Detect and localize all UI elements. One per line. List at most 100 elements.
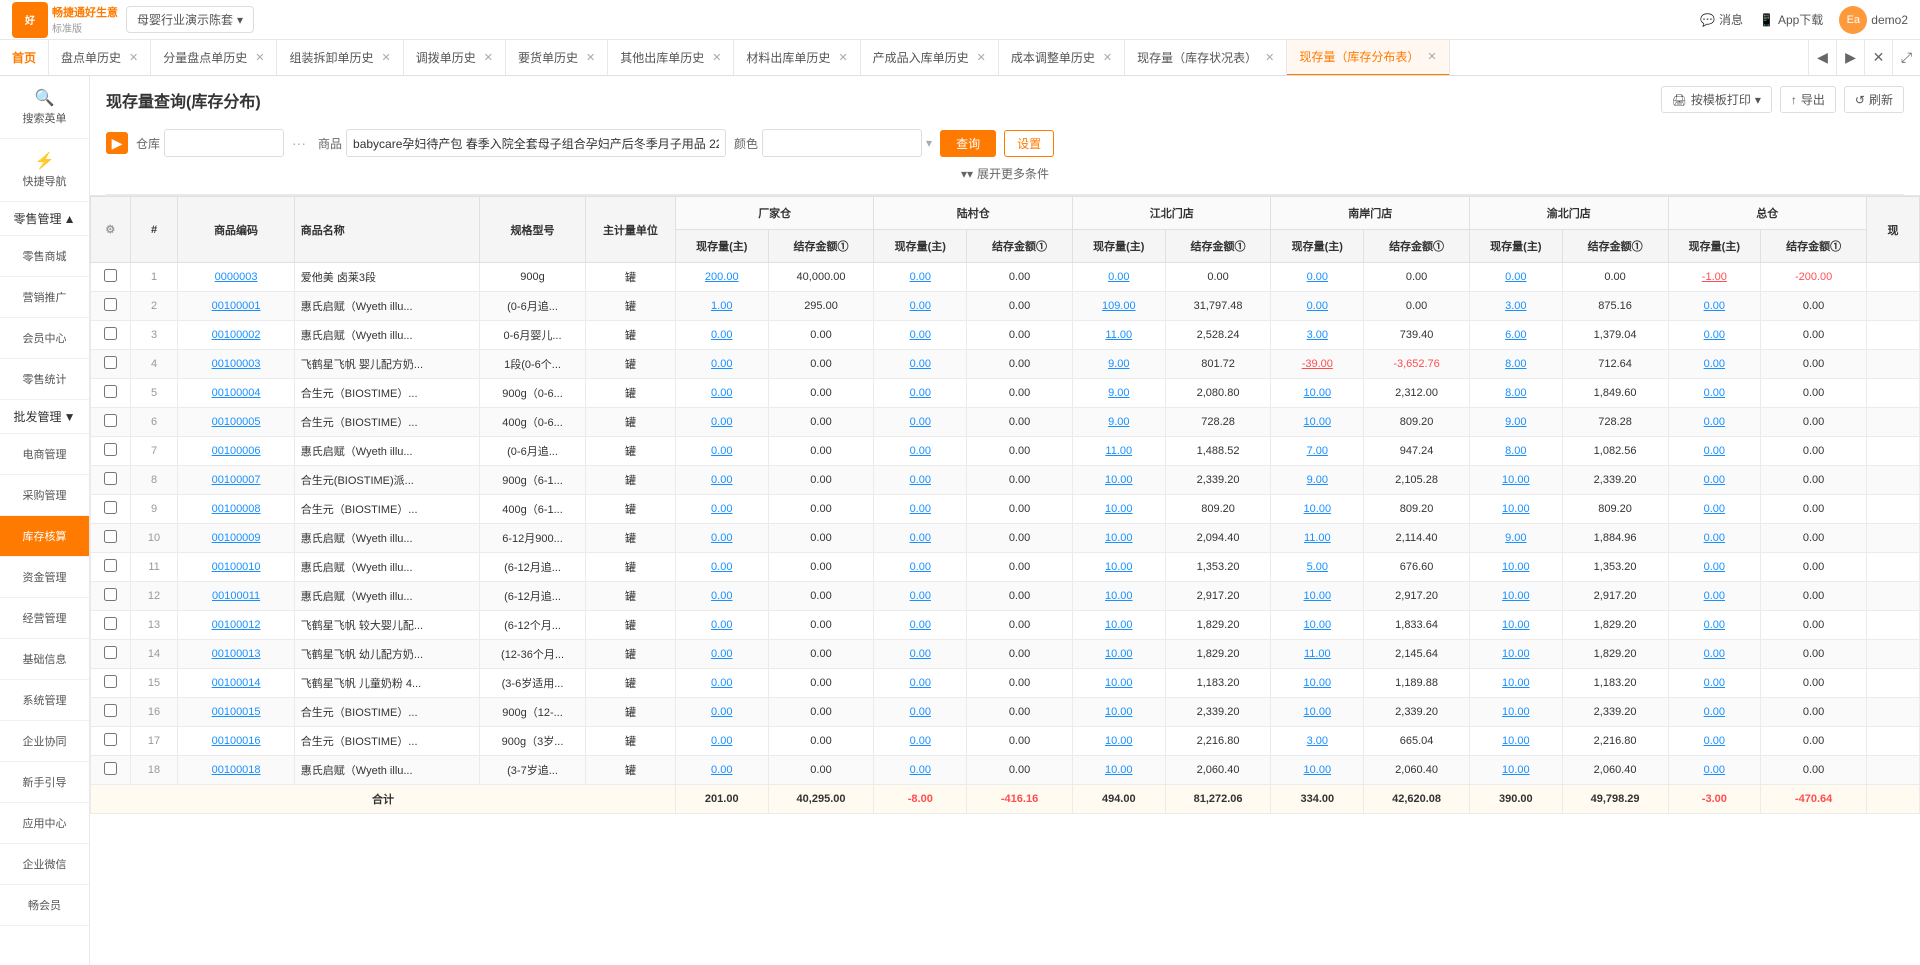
tab-inventory-count[interactable]: 盘点单历史 ✕: [49, 40, 151, 76]
tab-production-in[interactable]: 产成品入库单历史 ✕: [861, 40, 999, 76]
sidebar-item-finance[interactable]: 资金管理: [0, 557, 89, 598]
search-btn[interactable]: 查询: [940, 130, 996, 157]
td-nanan-qty[interactable]: 3.00: [1271, 727, 1364, 756]
td-yubei-qty[interactable]: 10.00: [1470, 582, 1563, 611]
td-jiangbei-qty[interactable]: 10.00: [1072, 669, 1165, 698]
td-yubei-qty[interactable]: 10.00: [1470, 756, 1563, 785]
td-nanan-qty[interactable]: 5.00: [1271, 553, 1364, 582]
td-nanan-qty[interactable]: 10.00: [1271, 611, 1364, 640]
td-code[interactable]: 00100010: [178, 553, 294, 582]
td-code[interactable]: 00100003: [178, 350, 294, 379]
sidebar-item-retail-mall[interactable]: 零售商城: [0, 236, 89, 277]
row-checkbox[interactable]: [104, 385, 117, 398]
td-code[interactable]: 00100001: [178, 292, 294, 321]
tab-partial-count[interactable]: 分量盘点单历史 ✕: [151, 40, 277, 76]
td-nanan-qty[interactable]: 0.00: [1271, 292, 1364, 321]
close-icon[interactable]: ✕: [129, 51, 138, 64]
td-lucun-qty[interactable]: 0.00: [874, 698, 967, 727]
td-factory-qty[interactable]: 0.00: [675, 466, 768, 495]
color-input[interactable]: [762, 129, 922, 157]
td-factory-qty[interactable]: 0.00: [675, 350, 768, 379]
expand-conditions-btn[interactable]: ▾▾ 展开更多条件: [961, 161, 1049, 186]
td-factory-qty[interactable]: 0.00: [675, 321, 768, 350]
td-factory-qty[interactable]: 0.00: [675, 640, 768, 669]
sidebar-item-collab[interactable]: 企业协同: [0, 721, 89, 762]
settings-btn[interactable]: 设置: [1004, 130, 1054, 157]
tab-close-all-btn[interactable]: ✕: [1864, 40, 1892, 76]
row-checkbox[interactable]: [104, 356, 117, 369]
td-lucun-qty[interactable]: 0.00: [874, 640, 967, 669]
td-nanan-qty[interactable]: 3.00: [1271, 321, 1364, 350]
td-yubei-qty[interactable]: 9.00: [1470, 524, 1563, 553]
td-factory-qty[interactable]: 200.00: [675, 263, 768, 292]
td-total-qty[interactable]: 0.00: [1668, 524, 1761, 553]
warehouse-input[interactable]: [164, 129, 284, 157]
sidebar-item-guide[interactable]: 新手引导: [0, 762, 89, 803]
row-checkbox[interactable]: [104, 617, 117, 630]
tab-material-out[interactable]: 材料出库单历史 ✕: [734, 40, 860, 76]
sidebar-item-members[interactable]: 会员中心: [0, 318, 89, 359]
close-icon[interactable]: ✕: [1265, 51, 1274, 64]
td-lucun-qty[interactable]: 0.00: [874, 437, 967, 466]
td-yubei-qty[interactable]: 10.00: [1470, 698, 1563, 727]
td-nanan-qty[interactable]: 10.00: [1271, 495, 1364, 524]
sidebar-item-quicknav[interactable]: ⚡ 快捷导航: [0, 139, 89, 202]
td-factory-qty[interactable]: 0.00: [675, 756, 768, 785]
td-factory-qty[interactable]: 0.00: [675, 437, 768, 466]
tab-expand-btn[interactable]: ⤢: [1892, 40, 1920, 76]
refresh-btn[interactable]: ↺ 刷新: [1844, 86, 1904, 113]
td-nanan-qty[interactable]: 7.00: [1271, 437, 1364, 466]
td-code[interactable]: 00100011: [178, 582, 294, 611]
td-total-qty[interactable]: 0.00: [1668, 379, 1761, 408]
td-checkbox[interactable]: [91, 408, 131, 437]
td-code[interactable]: 00100006: [178, 437, 294, 466]
td-lucun-qty[interactable]: 0.00: [874, 292, 967, 321]
td-total-qty[interactable]: 0.00: [1668, 350, 1761, 379]
td-total-qty[interactable]: 0.00: [1668, 466, 1761, 495]
sidebar-item-retail-mgmt[interactable]: 零售管理 ▲: [0, 202, 89, 236]
td-jiangbei-qty[interactable]: 9.00: [1072, 408, 1165, 437]
td-jiangbei-qty[interactable]: 10.00: [1072, 698, 1165, 727]
td-nanan-qty[interactable]: 10.00: [1271, 669, 1364, 698]
td-yubei-qty[interactable]: 10.00: [1470, 466, 1563, 495]
tab-transfer[interactable]: 调拨单历史 ✕: [404, 40, 506, 76]
td-checkbox[interactable]: [91, 582, 131, 611]
td-jiangbei-qty[interactable]: 9.00: [1072, 379, 1165, 408]
export-btn[interactable]: ↑ 导出: [1780, 86, 1836, 113]
td-lucun-qty[interactable]: 0.00: [874, 756, 967, 785]
td-jiangbei-qty[interactable]: 10.00: [1072, 553, 1165, 582]
sidebar-item-search[interactable]: 🔍 搜索英单: [0, 76, 89, 139]
row-checkbox[interactable]: [104, 327, 117, 340]
row-checkbox[interactable]: [104, 559, 117, 572]
td-lucun-qty[interactable]: 0.00: [874, 669, 967, 698]
td-jiangbei-qty[interactable]: 10.00: [1072, 524, 1165, 553]
td-code[interactable]: 00100007: [178, 466, 294, 495]
td-yubei-qty[interactable]: 10.00: [1470, 640, 1563, 669]
sidebar-item-system[interactable]: 系统管理: [0, 680, 89, 721]
td-jiangbei-qty[interactable]: 11.00: [1072, 437, 1165, 466]
sidebar-item-marketing[interactable]: 营销推广: [0, 277, 89, 318]
td-code[interactable]: 00100008: [178, 495, 294, 524]
td-jiangbei-qty[interactable]: 0.00: [1072, 263, 1165, 292]
tab-stock-distribution[interactable]: 现存量（库存分布表） ✕: [1287, 40, 1449, 76]
td-total-qty[interactable]: 0.00: [1668, 727, 1761, 756]
td-lucun-qty[interactable]: 0.00: [874, 611, 967, 640]
tab-stock-status[interactable]: 现存量（库存状况表） ✕: [1125, 40, 1287, 76]
td-total-qty[interactable]: 0.00: [1668, 437, 1761, 466]
td-nanan-qty[interactable]: 11.00: [1271, 524, 1364, 553]
td-checkbox[interactable]: [91, 727, 131, 756]
td-yubei-qty[interactable]: 6.00: [1470, 321, 1563, 350]
td-checkbox[interactable]: [91, 756, 131, 785]
row-checkbox[interactable]: [104, 588, 117, 601]
color-dropdown-icon[interactable]: ▾: [926, 136, 932, 150]
td-nanan-qty[interactable]: -39.00: [1271, 350, 1364, 379]
td-checkbox[interactable]: [91, 437, 131, 466]
td-checkbox[interactable]: [91, 350, 131, 379]
td-checkbox[interactable]: [91, 379, 131, 408]
row-checkbox[interactable]: [104, 501, 117, 514]
td-total-qty[interactable]: 0.00: [1668, 495, 1761, 524]
td-jiangbei-qty[interactable]: 10.00: [1072, 582, 1165, 611]
row-checkbox[interactable]: [104, 443, 117, 456]
warehouse-dots-btn[interactable]: ···: [288, 135, 310, 151]
close-icon[interactable]: ✕: [586, 51, 595, 64]
